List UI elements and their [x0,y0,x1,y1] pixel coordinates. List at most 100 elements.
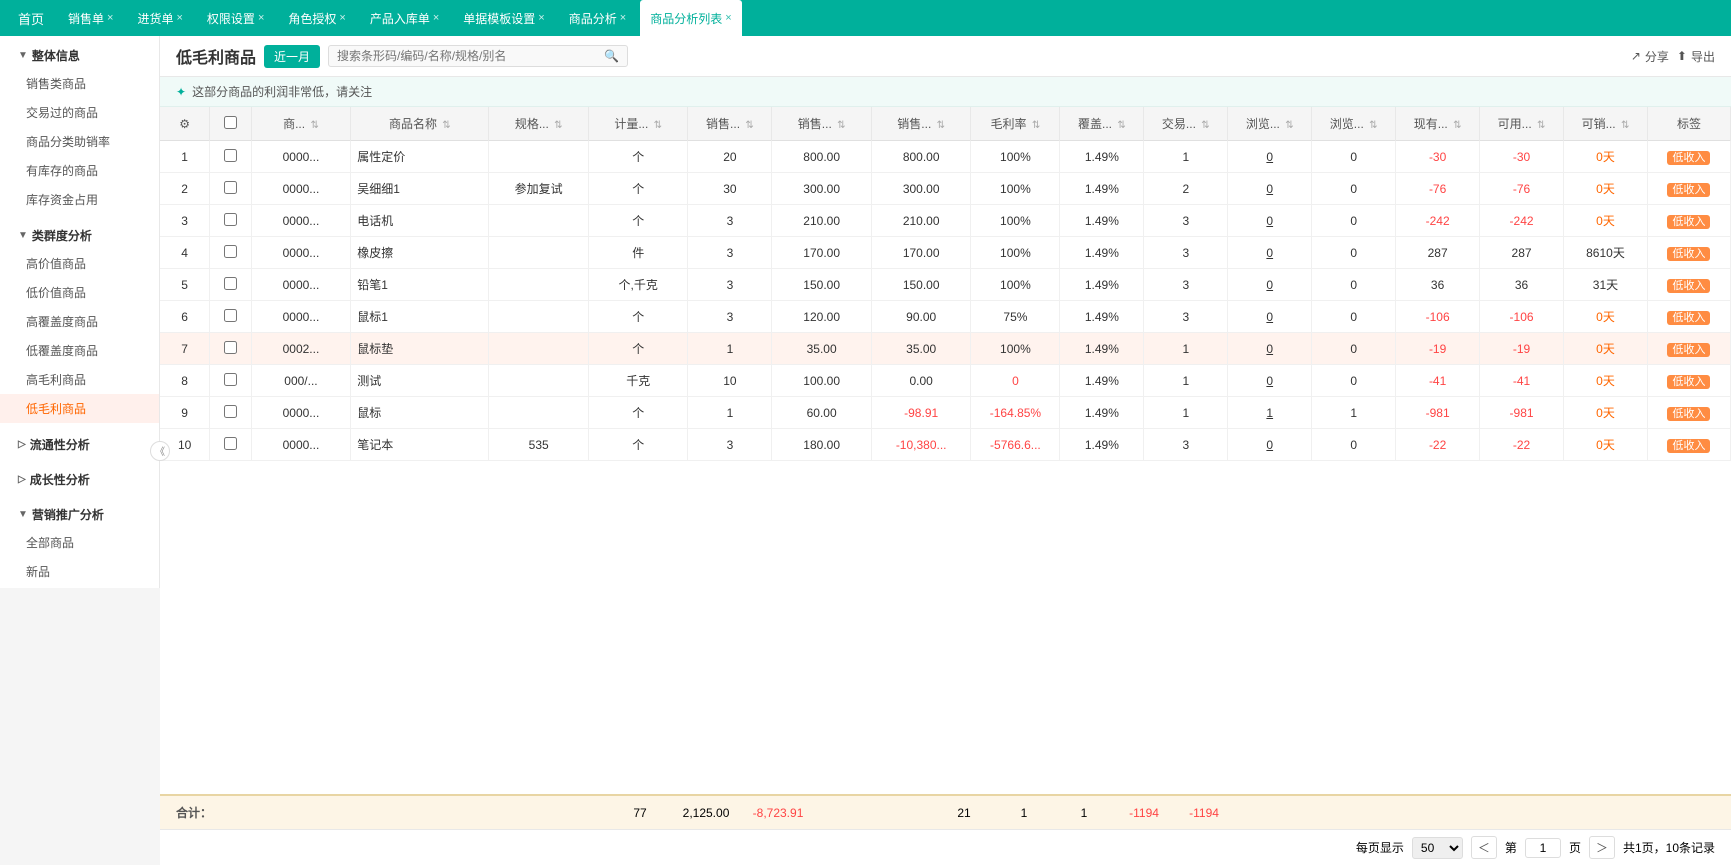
cell-num: 3 [160,205,210,237]
close-icon[interactable]: × [433,12,439,24]
cell-code: 0000... [251,205,351,237]
nav-permissions[interactable]: 权限设置× [197,0,274,36]
cell-sale-amount: 0.00 [871,365,971,397]
th-name[interactable]: 商品名称 ⇅ [351,107,489,141]
row-checkbox[interactable] [224,213,237,226]
export-button[interactable]: ⬆ 导出 [1677,48,1715,65]
sidebar-item-sales-products[interactable]: 销售类商品 [0,69,159,98]
date-filter-button[interactable]: 近一月 [264,45,320,68]
sidebar-group-cluster-title[interactable]: ▼ 类群度分析 [0,222,159,249]
th-sale-amount[interactable]: 销售... ⇅ [871,107,971,141]
row-checkbox[interactable] [224,277,237,290]
sidebar-group-marketing: ▼ 营销推广分析 全部商品 新品 [0,495,159,588]
cell-tag: 低收入 [1647,365,1730,397]
cell-browse2: 0 [1312,205,1396,237]
nav-product-entry[interactable]: 产品入库单× [360,0,449,36]
cell-sale-price: 180.00 [772,429,872,461]
sidebar-item-high-margin[interactable]: 高毛利商品 [0,365,159,394]
nav-template[interactable]: 单据模板设置× [453,0,554,36]
cell-sale-amount: -10,380... [871,429,971,461]
cell-code: 0000... [251,237,351,269]
prev-page-button[interactable]: ＜ [1471,836,1497,859]
cell-gross-rate: 100% [971,237,1060,269]
sidebar-group-marketing-title[interactable]: ▼ 营销推广分析 [0,501,159,528]
cell-unit: 件 [588,237,688,269]
close-icon[interactable]: × [538,12,544,24]
row-checkbox[interactable] [224,309,237,322]
th-gross-rate[interactable]: 毛利率 ⇅ [971,107,1060,141]
th-browse1[interactable]: 浏览... ⇅ [1228,107,1312,141]
cell-avail: -981 [1480,397,1564,429]
sidebar-item-low-margin[interactable]: 低毛利商品 [0,394,159,423]
cell-sale-qty: 3 [688,301,772,333]
close-icon[interactable]: × [107,12,113,24]
close-icon[interactable]: × [176,12,182,24]
sidebar-item-category-rate[interactable]: 商品分类助销率 [0,127,159,156]
sidebar-item-all-products[interactable]: 全部商品 [0,528,159,557]
cell-tag: 低收入 [1647,269,1730,301]
cell-trade: 3 [1144,301,1228,333]
next-page-button[interactable]: ＞ [1589,836,1615,859]
cell-browse2: 0 [1312,429,1396,461]
page-number-input[interactable] [1525,838,1561,858]
cell-check [210,141,251,173]
close-icon[interactable]: × [339,12,345,24]
th-avail[interactable]: 可用... ⇅ [1480,107,1564,141]
cell-coverage: 1.49% [1060,333,1144,365]
row-checkbox[interactable] [224,149,237,162]
sidebar-item-stock-capital[interactable]: 库存资金占用 [0,185,159,214]
cell-browse2: 0 [1312,333,1396,365]
row-checkbox[interactable] [224,405,237,418]
row-checkbox[interactable] [224,341,237,354]
row-checkbox[interactable] [224,373,237,386]
sidebar-toggle[interactable]: 《 [150,441,170,461]
nav-home[interactable]: 首页 [8,0,54,36]
sidebar-item-new-products[interactable]: 新品 [0,557,159,586]
row-checkbox[interactable] [224,181,237,194]
th-saleable[interactable]: 可销... ⇅ [1564,107,1648,141]
sidebar-item-stock-products[interactable]: 有库存的商品 [0,156,159,185]
th-code[interactable]: 商... ⇅ [251,107,351,141]
sidebar-group-growth-title[interactable]: ▷ 成长性分析 [0,466,159,493]
close-icon[interactable]: × [620,12,626,24]
search-input[interactable] [337,49,604,63]
cell-unit: 千克 [588,365,688,397]
th-coverage[interactable]: 覆盖... ⇅ [1060,107,1144,141]
table-area[interactable]: ⚙ 商... ⇅ 商品名称 ⇅ 规格... ⇅ 计量... ⇅ 销售... ⇅ … [160,107,1731,794]
th-browse2[interactable]: 浏览... ⇅ [1312,107,1396,141]
search-icon[interactable]: 🔍 [604,49,619,63]
cell-sale-qty: 30 [688,173,772,205]
cell-saleable: 0天 [1564,141,1648,173]
th-sale-price[interactable]: 销售... ⇅ [772,107,872,141]
sidebar-item-traded-products[interactable]: 交易过的商品 [0,98,159,127]
cell-coverage: 1.49% [1060,429,1144,461]
select-all-checkbox[interactable] [224,116,237,129]
close-icon[interactable]: × [258,12,264,24]
sidebar-group-overall-title[interactable]: ▼ 整体信息 [0,42,159,69]
sidebar-group-circulation-title[interactable]: ▷ 流通性分析 [0,431,159,458]
row-checkbox[interactable] [224,437,237,450]
nav-purchase[interactable]: 进货单× [127,0,192,36]
sidebar-item-high-value[interactable]: 高价值商品 [0,249,159,278]
th-sale-qty[interactable]: 销售... ⇅ [688,107,772,141]
nav-roles[interactable]: 角色授权× [278,0,355,36]
cell-sale-qty: 3 [688,429,772,461]
nav-product-analysis-list[interactable]: 商品分析列表× [640,0,741,36]
per-page-select[interactable]: 50 20 100 [1412,837,1463,859]
sidebar-item-low-value[interactable]: 低价值商品 [0,278,159,307]
th-trade[interactable]: 交易... ⇅ [1144,107,1228,141]
th-tag[interactable]: 标签 [1647,107,1730,141]
th-settings[interactable]: ⚙ [160,107,210,141]
sidebar-item-low-coverage[interactable]: 低覆盖度商品 [0,336,159,365]
share-button[interactable]: ↗ 分享 [1631,48,1669,65]
sidebar-item-high-coverage[interactable]: 高覆盖度商品 [0,307,159,336]
nav-sales[interactable]: 销售单× [58,0,123,36]
th-unit[interactable]: 计量... ⇅ [588,107,688,141]
th-spec[interactable]: 规格... ⇅ [489,107,589,141]
nav-product-analysis[interactable]: 商品分析× [559,0,636,36]
row-checkbox[interactable] [224,245,237,258]
close-icon[interactable]: × [725,12,731,24]
th-stock[interactable]: 现有... ⇅ [1396,107,1480,141]
cell-trade: 1 [1144,141,1228,173]
cell-avail: -76 [1480,173,1564,205]
